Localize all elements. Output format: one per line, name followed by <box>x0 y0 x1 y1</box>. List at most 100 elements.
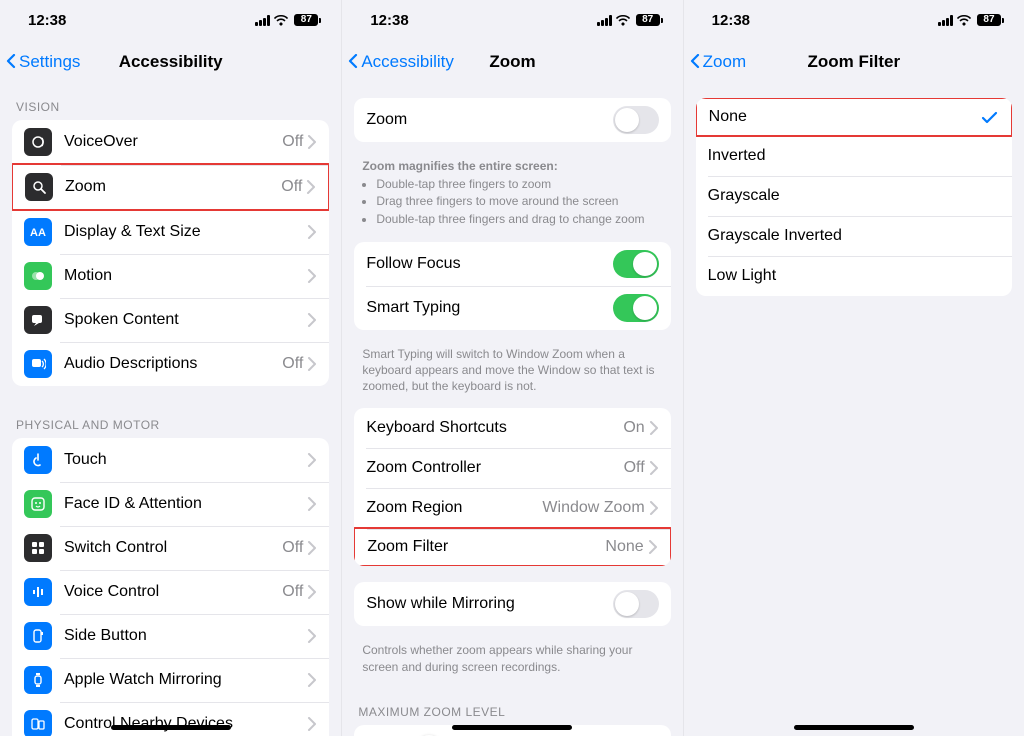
row-label: Zoom <box>65 178 281 196</box>
chevron-right-icon <box>307 497 317 511</box>
toggle-zoom[interactable] <box>613 106 659 134</box>
group-zoom-toggle: Zoom <box>354 98 670 142</box>
row-label: Control Nearby Devices <box>64 715 307 733</box>
toggle-smart-typing[interactable] <box>613 294 659 322</box>
motion-icon <box>24 262 52 290</box>
row-label: Zoom Region <box>366 499 542 517</box>
row-watch-mirroring[interactable]: Apple Watch Mirroring <box>12 658 329 702</box>
row-follow-focus[interactable]: Follow Focus <box>354 242 670 286</box>
row-zoom-toggle[interactable]: Zoom <box>354 98 670 142</box>
smart-typing-help: Smart Typing will switch to Window Zoom … <box>342 346 682 409</box>
toggle-mirroring[interactable] <box>613 590 659 618</box>
voice-control-icon <box>24 578 52 606</box>
switch-control-icon <box>24 534 52 562</box>
row-label: Spoken Content <box>64 311 307 329</box>
chevron-right-icon <box>649 421 659 435</box>
status-icons: 87 <box>597 14 663 26</box>
toggle-follow-focus[interactable] <box>613 250 659 278</box>
row-label: Follow Focus <box>366 255 612 273</box>
row-motion[interactable]: Motion <box>12 254 329 298</box>
row-detail: None <box>605 538 643 556</box>
row-detail: Off <box>282 583 303 601</box>
row-zoom-controller[interactable]: Zoom Controller Off <box>354 448 670 488</box>
back-button[interactable]: Accessibility <box>348 40 454 84</box>
chevron-right-icon <box>307 453 317 467</box>
chevron-right-icon <box>307 135 317 149</box>
row-label: Display & Text Size <box>64 223 307 241</box>
row-label: Face ID & Attention <box>64 495 307 513</box>
option-label: Grayscale Inverted <box>708 227 1000 245</box>
option-grayscale-inverted[interactable]: Grayscale Inverted <box>696 216 1012 256</box>
option-none[interactable]: None <box>696 98 1012 137</box>
back-label: Accessibility <box>361 52 454 72</box>
face-id-icon <box>24 490 52 518</box>
max-zoom-label: MAXIMUM ZOOM LEVEL <box>342 689 682 725</box>
spoken-icon <box>24 306 52 334</box>
content-scroll[interactable]: VISION VoiceOver Off Zoom Off <box>0 84 341 736</box>
row-show-while-mirroring[interactable]: Show while Mirroring <box>354 582 670 626</box>
row-switch-control[interactable]: Switch Control Off <box>12 526 329 570</box>
option-inverted[interactable]: Inverted <box>696 136 1012 176</box>
row-label: Smart Typing <box>366 299 612 317</box>
row-label: Zoom <box>366 111 612 129</box>
status-icons: 87 <box>255 14 321 26</box>
zoom-icon <box>25 173 53 201</box>
row-label: Zoom Filter <box>367 538 605 556</box>
row-spoken-content[interactable]: Spoken Content <box>12 298 329 342</box>
cellular-icon <box>597 15 612 26</box>
option-grayscale[interactable]: Grayscale <box>696 176 1012 216</box>
row-detail: Off <box>282 355 303 373</box>
row-voice-control[interactable]: Voice Control Off <box>12 570 329 614</box>
wifi-icon <box>274 15 290 26</box>
audio-descriptions-icon <box>24 350 52 378</box>
side-button-icon <box>24 622 52 650</box>
chevron-right-icon <box>307 585 317 599</box>
row-touch[interactable]: Touch <box>12 438 329 482</box>
status-bar: 12:38 87 <box>342 0 682 40</box>
row-label: Audio Descriptions <box>64 355 282 373</box>
option-low-light[interactable]: Low Light <box>696 256 1012 296</box>
row-label: VoiceOver <box>64 133 282 151</box>
content-scroll[interactable]: Zoom Zoom magnifies the entire screen: D… <box>342 84 682 736</box>
option-label: Grayscale <box>708 187 1000 205</box>
chevron-right-icon <box>307 673 317 687</box>
nearby-devices-icon <box>24 710 52 736</box>
back-button[interactable]: Zoom <box>690 40 746 84</box>
home-indicator[interactable] <box>111 725 231 730</box>
chevron-left-icon <box>6 54 18 70</box>
row-label: Show while Mirroring <box>366 595 612 613</box>
row-label: Apple Watch Mirroring <box>64 671 307 689</box>
group-zoom-options: Keyboard Shortcuts On Zoom Controller Of… <box>354 408 670 566</box>
battery-icon: 87 <box>294 14 321 26</box>
wifi-icon <box>616 15 632 26</box>
group-follow-smart: Follow Focus Smart Typing <box>354 242 670 330</box>
row-zoom-filter[interactable]: Zoom Filter None <box>354 527 670 566</box>
row-audio-descriptions[interactable]: Audio Descriptions Off <box>12 342 329 386</box>
home-indicator[interactable] <box>794 725 914 730</box>
row-detail: Off <box>282 133 303 151</box>
screen-zoom: 12:38 87 Accessibility Zoom Zoom Zoom ma… <box>341 0 682 736</box>
row-side-button[interactable]: Side Button <box>12 614 329 658</box>
row-label: Touch <box>64 451 307 469</box>
cellular-icon <box>255 15 270 26</box>
row-keyboard-shortcuts[interactable]: Keyboard Shortcuts On <box>354 408 670 448</box>
row-zoom[interactable]: Zoom Off <box>12 163 329 211</box>
row-display-text-size[interactable]: AA Display & Text Size <box>12 210 329 254</box>
battery-icon: 87 <box>977 14 1004 26</box>
mirroring-help: Controls whether zoom appears while shar… <box>342 642 682 688</box>
row-voiceover[interactable]: VoiceOver Off <box>12 120 329 164</box>
row-smart-typing[interactable]: Smart Typing <box>354 286 670 330</box>
row-nearby-devices[interactable]: Control Nearby Devices <box>12 702 329 736</box>
home-indicator[interactable] <box>452 725 572 730</box>
content-scroll[interactable]: None Inverted Grayscale Grayscale Invert… <box>684 84 1024 736</box>
chevron-right-icon <box>306 180 316 194</box>
chevron-left-icon <box>690 54 702 70</box>
row-label: Zoom Controller <box>366 459 623 477</box>
back-button[interactable]: Settings <box>6 40 80 84</box>
row-label: Voice Control <box>64 583 282 601</box>
cellular-icon <box>938 15 953 26</box>
row-detail: On <box>623 419 644 437</box>
row-face-id[interactable]: Face ID & Attention <box>12 482 329 526</box>
chevron-right-icon <box>307 629 317 643</box>
row-zoom-region[interactable]: Zoom Region Window Zoom <box>354 488 670 528</box>
